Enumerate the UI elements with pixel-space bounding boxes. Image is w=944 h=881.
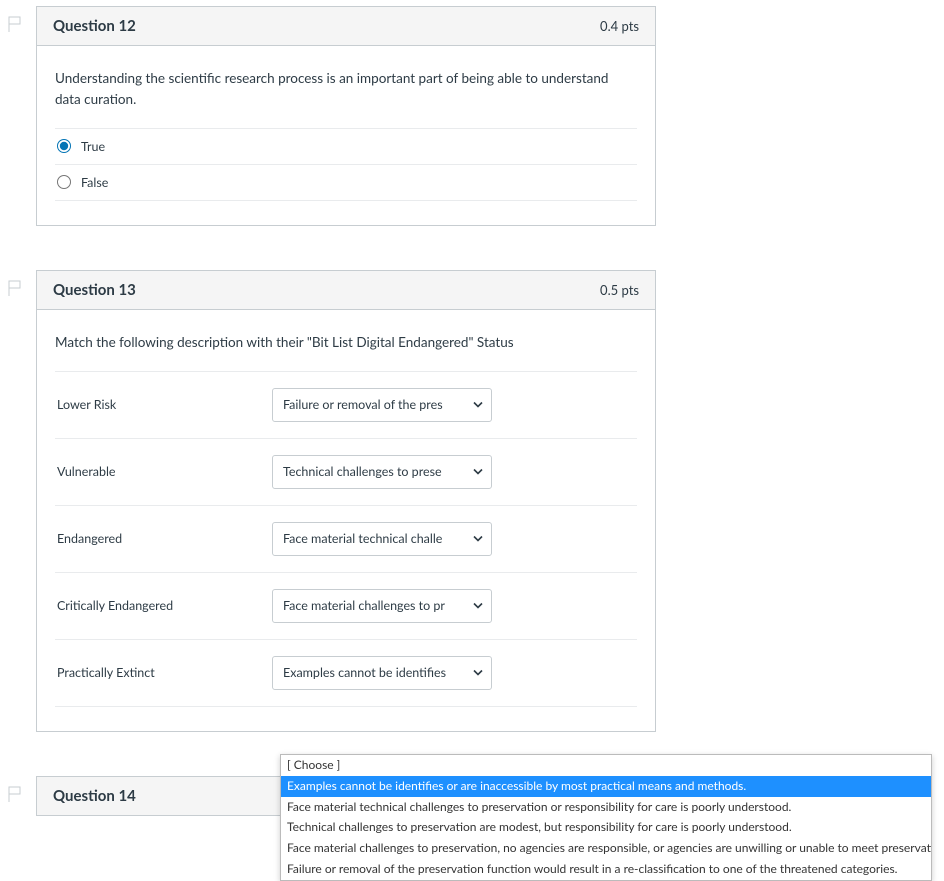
match-select-practically-extinct[interactable]: Examples cannot be identifies (272, 656, 492, 690)
match-label: Critically Endangered (57, 598, 272, 613)
answers: True False (55, 128, 637, 201)
answer-label: False (81, 175, 108, 190)
question-box: Question 12 0.4 pts Understanding the sc… (36, 6, 656, 226)
question-body: Match the following description with the… (37, 310, 655, 731)
match-row-critically-endangered: Critically Endangered Face material chal… (55, 572, 637, 639)
match-row-endangered: Endangered Face material technical chall… (55, 505, 637, 572)
match-label: Lower Risk (57, 397, 272, 412)
flag-icon[interactable] (8, 19, 22, 35)
chevron-down-icon (473, 665, 483, 680)
select-value: Failure or removal of the pres (283, 397, 443, 412)
dropdown-option-3[interactable]: Technical challenges to preservation are… (281, 817, 931, 838)
match-label: Endangered (57, 531, 272, 546)
chevron-down-icon (473, 464, 483, 479)
answer-false[interactable]: False (55, 164, 637, 201)
question-header: Question 12 0.4 pts (37, 7, 655, 46)
chevron-down-icon (473, 531, 483, 546)
flag-icon[interactable] (8, 789, 22, 805)
question-box: Question 13 0.5 pts Match the following … (36, 270, 656, 732)
dropdown-option-1[interactable]: Examples cannot be identifies or are ina… (281, 776, 931, 797)
question-13: Question 13 0.5 pts Match the following … (8, 270, 944, 732)
dropdown-option-2[interactable]: Face material technical challenges to pr… (281, 797, 931, 818)
dropdown-panel[interactable]: [ Choose ] Examples cannot be identifies… (280, 754, 932, 881)
question-text: Match the following description with the… (55, 332, 637, 353)
flag-column (8, 6, 26, 35)
select-value: Face material challenges to pr (283, 598, 445, 613)
match-label: Vulnerable (57, 464, 272, 479)
question-title: Question 13 (53, 281, 136, 299)
radio-true[interactable] (57, 139, 71, 153)
question-title: Question 14 (53, 787, 136, 805)
question-points: 0.5 pts (600, 282, 639, 298)
match-label: Practically Extinct (57, 665, 272, 680)
flag-icon[interactable] (8, 283, 22, 299)
chevron-down-icon (473, 598, 483, 613)
match-row-practically-extinct: Practically Extinct Examples cannot be i… (55, 639, 637, 707)
dropdown-option-4[interactable]: Face material challenges to preservation… (281, 838, 931, 859)
dropdown-option-5[interactable]: Failure or removal of the preservation f… (281, 859, 931, 880)
answer-label: True (81, 139, 105, 154)
flag-column (8, 270, 26, 299)
select-value: Examples cannot be identifies (283, 665, 446, 680)
chevron-down-icon (473, 397, 483, 412)
select-value: Face material technical challe (283, 531, 442, 546)
dropdown-option-choose[interactable]: [ Choose ] (281, 755, 931, 776)
question-12: Question 12 0.4 pts Understanding the sc… (8, 6, 944, 226)
match-select-lower-risk[interactable]: Failure or removal of the pres (272, 388, 492, 422)
question-text: Understanding the scientific research pr… (55, 68, 637, 110)
question-title: Question 12 (53, 17, 136, 35)
radio-false[interactable] (57, 175, 71, 189)
flag-column (8, 776, 26, 805)
match-select-critically-endangered[interactable]: Face material challenges to pr (272, 589, 492, 623)
answer-true[interactable]: True (55, 128, 637, 164)
select-value: Technical challenges to prese (283, 464, 442, 479)
match-row-vulnerable: Vulnerable Technical challenges to prese (55, 438, 637, 505)
question-points: 0.4 pts (600, 18, 639, 34)
match-select-vulnerable[interactable]: Technical challenges to prese (272, 455, 492, 489)
match-select-endangered[interactable]: Face material technical challe (272, 522, 492, 556)
question-body: Understanding the scientific research pr… (37, 46, 655, 225)
match-row-lower-risk: Lower Risk Failure or removal of the pre… (55, 371, 637, 438)
question-header: Question 13 0.5 pts (37, 271, 655, 310)
